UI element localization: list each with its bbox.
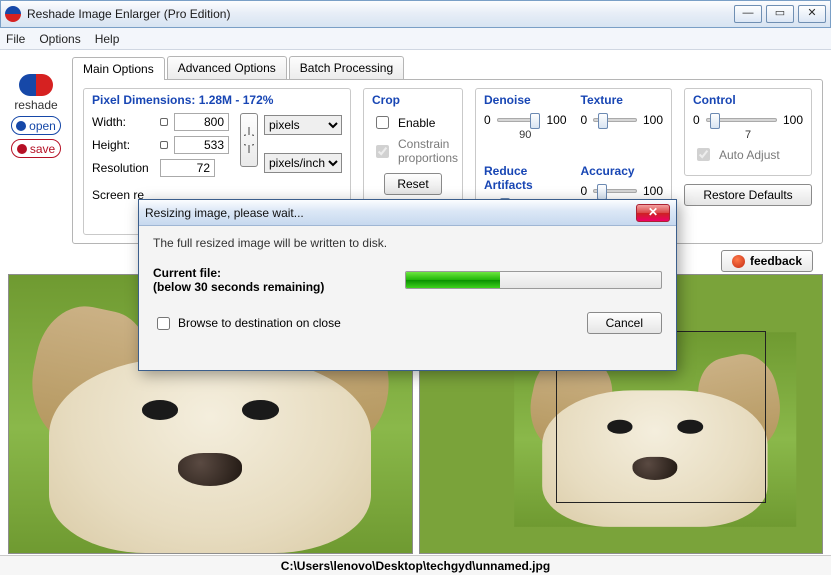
dialog-current-file: Current file: (below 30 seconds remainin… bbox=[153, 266, 383, 294]
texture-max: 100 bbox=[643, 113, 663, 127]
resolution-unit-select[interactable]: pixels/inch bbox=[264, 153, 342, 173]
save-icon bbox=[17, 144, 27, 154]
save-button[interactable]: save bbox=[11, 139, 61, 158]
pixel-dimensions-header: Pixel Dimensions: 1.28M - 172% bbox=[92, 93, 342, 107]
dialog-title: Resizing image, please wait... bbox=[145, 206, 636, 220]
accuracy-label: Accuracy bbox=[581, 164, 664, 178]
menu-help[interactable]: Help bbox=[95, 32, 120, 46]
crop-enable-label: Enable bbox=[398, 116, 435, 130]
tab-strip: Main Options Advanced Options Batch Proc… bbox=[72, 56, 823, 79]
dialog-close-button[interactable]: ✕ bbox=[636, 204, 670, 222]
restore-defaults-button[interactable]: Restore Defaults bbox=[684, 184, 812, 206]
resolution-label: Resolution bbox=[92, 161, 154, 175]
progress-dialog: Resizing image, please wait... ✕ The ful… bbox=[138, 199, 677, 371]
ladybug-icon bbox=[732, 255, 745, 268]
feedback-button[interactable]: feedback bbox=[721, 250, 813, 272]
accuracy-min: 0 bbox=[581, 184, 588, 198]
texture-block: Texture 0 100 bbox=[581, 95, 664, 158]
app-icon bbox=[5, 6, 21, 22]
dialog-time-remaining: (below 30 seconds remaining) bbox=[153, 280, 383, 294]
texture-min: 0 bbox=[581, 113, 588, 127]
auto-adjust-label: Auto Adjust bbox=[719, 148, 780, 162]
link-dimensions-toggle[interactable] bbox=[240, 113, 258, 167]
reduce-artifacts-label: Reduce Artifacts bbox=[484, 164, 567, 192]
accuracy-slider[interactable] bbox=[593, 189, 637, 193]
window-titlebar: Reshade Image Enlarger (Pro Edition) — ▭… bbox=[0, 0, 831, 28]
side-toolbar: reshade open save bbox=[8, 56, 64, 274]
crop-constrain-checkbox bbox=[376, 145, 389, 158]
open-button[interactable]: open bbox=[11, 116, 61, 135]
menu-file[interactable]: File bbox=[6, 32, 25, 46]
height-input[interactable] bbox=[174, 136, 229, 154]
texture-slider[interactable] bbox=[593, 118, 637, 122]
crop-constrain-label: Constrain proportions bbox=[398, 137, 458, 165]
close-button[interactable]: ✕ bbox=[798, 5, 826, 23]
resolution-input[interactable] bbox=[160, 159, 215, 177]
tab-advanced-options[interactable]: Advanced Options bbox=[167, 56, 287, 79]
browse-on-close-checkbox[interactable] bbox=[157, 317, 170, 330]
control-min: 0 bbox=[693, 113, 700, 127]
control-value: 7 bbox=[693, 129, 803, 141]
status-bar: C:\Users\lenovo\Desktop\techgyd\unnamed.… bbox=[0, 555, 831, 575]
maximize-button[interactable]: ▭ bbox=[766, 5, 794, 23]
width-label: Width: bbox=[92, 115, 154, 129]
dialog-current-file-label: Current file: bbox=[153, 266, 383, 280]
accuracy-max: 100 bbox=[643, 184, 663, 198]
brand-logo: reshade bbox=[14, 74, 57, 112]
tab-batch-processing[interactable]: Batch Processing bbox=[289, 56, 404, 79]
size-unit-select[interactable]: pixels bbox=[264, 115, 342, 135]
denoise-value: 90 bbox=[484, 129, 567, 141]
denoise-max: 100 bbox=[546, 113, 566, 127]
control-column: Control 0 100 7 Auto Adjust Restore Defa… bbox=[684, 88, 812, 235]
crop-enable-checkbox[interactable] bbox=[376, 116, 389, 129]
save-label: save bbox=[30, 142, 55, 156]
window-title: Reshade Image Enlarger (Pro Edition) bbox=[27, 7, 730, 21]
screen-res-label: Screen re bbox=[92, 188, 144, 202]
progress-fill bbox=[406, 272, 500, 288]
reshade-icon bbox=[19, 74, 53, 96]
height-label: Height: bbox=[92, 138, 154, 152]
control-slider[interactable] bbox=[706, 118, 777, 122]
brand-label: reshade bbox=[14, 98, 57, 112]
control-header: Control bbox=[693, 93, 803, 107]
menu-options[interactable]: Options bbox=[39, 32, 80, 46]
control-group: Control 0 100 7 Auto Adjust bbox=[684, 88, 812, 176]
cancel-button[interactable]: Cancel bbox=[587, 312, 662, 334]
feedback-label: feedback bbox=[750, 254, 802, 268]
open-label: open bbox=[29, 119, 56, 133]
tab-main-options[interactable]: Main Options bbox=[72, 57, 165, 80]
denoise-block: Denoise 0 100 90 bbox=[484, 95, 567, 158]
denoise-label: Denoise bbox=[484, 93, 567, 107]
browse-on-close-label: Browse to destination on close bbox=[178, 316, 341, 330]
height-link-icon bbox=[160, 141, 168, 149]
control-max: 100 bbox=[783, 113, 803, 127]
width-input[interactable] bbox=[174, 113, 229, 131]
status-path: C:\Users\lenovo\Desktop\techgyd\unnamed.… bbox=[281, 559, 550, 573]
minimize-button[interactable]: — bbox=[734, 5, 762, 23]
denoise-slider[interactable] bbox=[497, 118, 541, 122]
browse-on-close-option[interactable]: Browse to destination on close bbox=[153, 314, 341, 333]
denoise-min: 0 bbox=[484, 113, 491, 127]
auto-adjust-checkbox bbox=[697, 148, 710, 161]
dialog-message: The full resized image will be written t… bbox=[153, 236, 662, 250]
texture-label: Texture bbox=[581, 93, 664, 107]
crop-header: Crop bbox=[372, 93, 454, 107]
progress-bar bbox=[405, 271, 662, 289]
open-icon bbox=[16, 121, 26, 131]
width-link-icon bbox=[160, 118, 168, 126]
crop-reset-button[interactable]: Reset bbox=[384, 173, 441, 195]
menubar: File Options Help bbox=[0, 28, 831, 50]
dialog-titlebar: Resizing image, please wait... ✕ bbox=[139, 200, 676, 226]
